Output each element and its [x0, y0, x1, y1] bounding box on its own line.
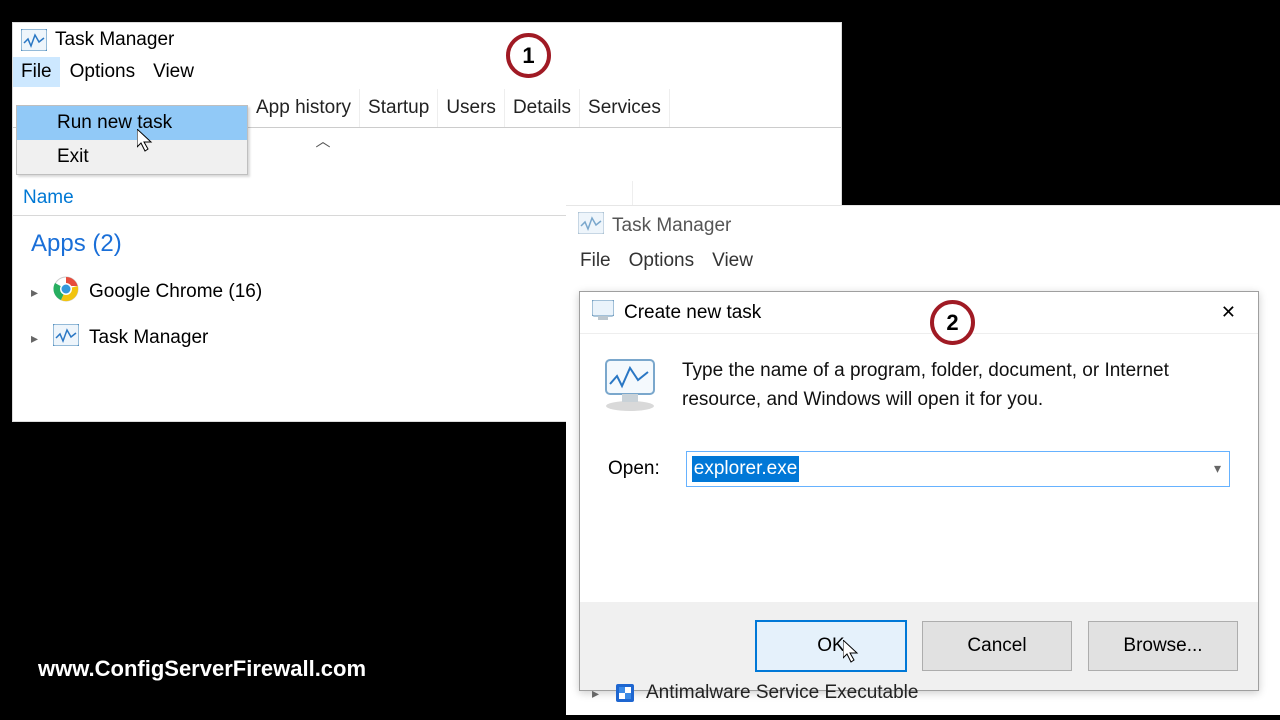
menu-item-exit[interactable]: Exit — [17, 140, 247, 174]
process-name: Task Manager — [89, 327, 208, 349]
dialog-body: Type the name of a program, folder, docu… — [580, 334, 1258, 451]
expand-caret-icon[interactable]: ▸ — [31, 284, 43, 301]
tab-services[interactable]: Services — [580, 89, 670, 127]
expand-caret-icon[interactable]: ▸ — [31, 330, 43, 347]
tab-users[interactable]: Users — [438, 89, 505, 127]
chrome-icon — [53, 276, 79, 308]
titlebar: Task Manager — [566, 206, 1280, 246]
task-manager-icon — [21, 29, 47, 51]
open-label: Open: — [608, 458, 660, 480]
watermark-text: www.ConfigServerFirewall.com — [38, 656, 366, 682]
column-header-name[interactable]: Name — [13, 181, 633, 215]
close-icon: ✕ — [1221, 302, 1236, 322]
annotation-badge-2: 2 — [930, 300, 975, 345]
menubar: File Options View — [13, 57, 841, 87]
cancel-button[interactable]: Cancel — [922, 621, 1072, 671]
close-button[interactable]: ✕ — [1211, 298, 1246, 327]
titlebar: Task Manager — [13, 23, 841, 57]
menu-item-run-new-task[interactable]: Run new task — [17, 106, 247, 140]
task-manager-window-2: Task Manager File Options View Create ne… — [566, 205, 1280, 715]
run-dialog-icon — [592, 300, 614, 326]
process-row-antimalware[interactable]: ▸ Antimalware Service Executable — [592, 682, 918, 704]
tab-details[interactable]: Details — [505, 89, 580, 127]
window-title: Task Manager — [612, 215, 731, 237]
menu-file[interactable]: File — [13, 57, 60, 87]
menu-view[interactable]: View — [145, 57, 202, 87]
browse-button[interactable]: Browse... — [1088, 621, 1238, 671]
menu-options[interactable]: Options — [621, 246, 702, 276]
annotation-badge-1: 1 — [506, 33, 551, 78]
open-value: explorer.exe — [692, 456, 800, 482]
ok-button[interactable]: OK — [756, 621, 906, 671]
file-menu-dropdown: Run new task Exit — [16, 105, 248, 175]
menubar: File Options View — [566, 246, 1280, 276]
task-manager-icon — [53, 324, 79, 352]
shield-icon — [614, 682, 636, 704]
run-large-icon — [600, 356, 660, 417]
chevron-down-icon[interactable]: ▾ — [1214, 460, 1221, 477]
open-combobox[interactable]: explorer.exe ▾ — [686, 451, 1230, 487]
create-new-task-dialog: Create new task ✕ Type the name of a pro… — [579, 291, 1259, 691]
process-name: Antimalware Service Executable — [646, 682, 918, 704]
menu-options[interactable]: Options — [62, 57, 143, 87]
process-name: Google Chrome (16) — [89, 281, 262, 303]
open-row: Open: explorer.exe ▾ — [580, 451, 1258, 487]
menu-file[interactable]: File — [572, 246, 619, 276]
dialog-title-text: Create new task — [624, 302, 761, 324]
task-manager-icon — [578, 212, 604, 240]
expand-caret-icon[interactable]: ▸ — [592, 685, 604, 702]
dialog-titlebar: Create new task ✕ — [580, 292, 1258, 334]
tab-startup[interactable]: Startup — [360, 89, 438, 127]
dialog-instruction: Type the name of a program, folder, docu… — [682, 356, 1230, 417]
menu-view[interactable]: View — [704, 246, 761, 276]
window-title: Task Manager — [55, 29, 174, 51]
tab-app-history[interactable]: App history — [248, 89, 360, 127]
dialog-footer: OK Cancel Browse... — [580, 602, 1258, 690]
